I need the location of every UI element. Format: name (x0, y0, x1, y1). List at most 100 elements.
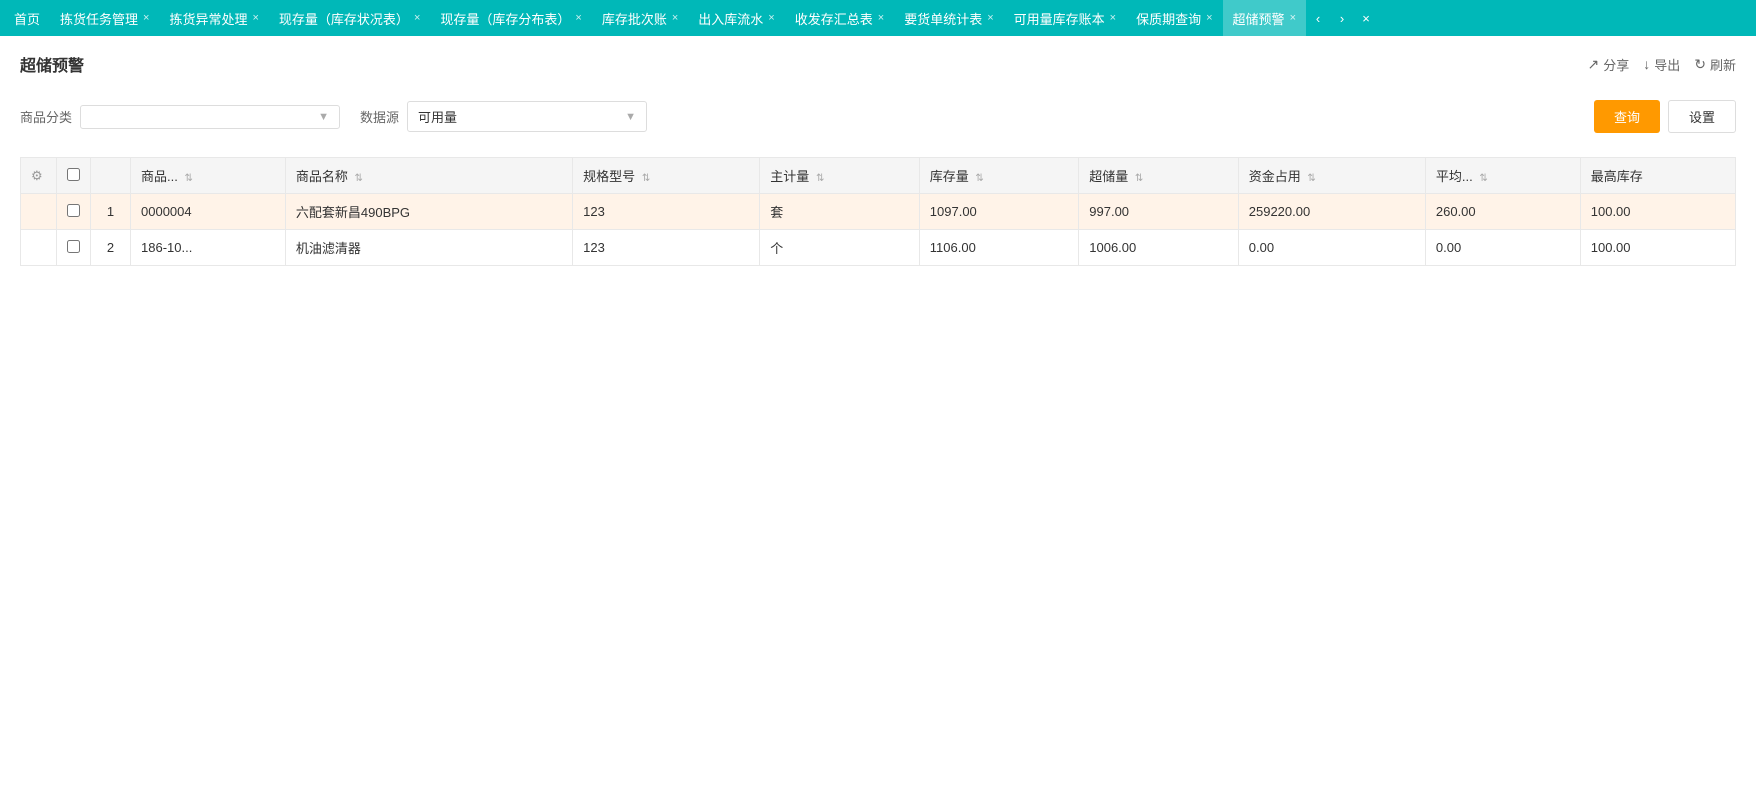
nav-close-overstock[interactable]: × (1290, 12, 1296, 24)
row-overstock: 997.00 (1079, 194, 1238, 230)
nav-item-pick-exception[interactable]: 拣货异常处理 × (159, 0, 268, 36)
nav-next-arrow[interactable]: › (1330, 0, 1354, 36)
data-source-dropdown-icon: ▼ (625, 111, 636, 123)
page-actions: ↗ 分享 ↓ 导出 ↻ 刷新 (1587, 55, 1736, 74)
export-action[interactable]: ↓ 导出 (1643, 55, 1680, 74)
row-avg: 260.00 (1425, 194, 1580, 230)
product-category-dropdown-icon: ▼ (318, 111, 329, 123)
nav-item-home[interactable]: 首页 (4, 0, 50, 36)
refresh-label: 刷新 (1710, 55, 1736, 74)
row-checkbox-cell (57, 230, 91, 266)
filter-bar: 商品分类 ▼ 数据源 可用量 ▼ 查询 设置 (20, 90, 1736, 143)
col-product-code-header[interactable]: 商品... ⇅ (131, 158, 286, 194)
row-spec: 123 (573, 194, 760, 230)
col-row-num-header (91, 158, 131, 194)
row-overstock: 1006.00 (1079, 230, 1238, 266)
row-max-stock: 100.00 (1580, 230, 1735, 266)
product-category-select[interactable]: ▼ (80, 105, 340, 129)
nav-close-inout-flow[interactable]: × (768, 12, 774, 24)
row-num-cell: 2 (91, 230, 131, 266)
row-stock: 1106.00 (919, 230, 1078, 266)
table-header-row: ⚙ 商品... ⇅ 商品名称 ⇅ 规格型号 ⇅ (21, 158, 1736, 194)
export-label: 导出 (1654, 55, 1680, 74)
nav-close-pick-task[interactable]: × (143, 12, 149, 24)
page-header: 超储预警 ↗ 分享 ↓ 导出 ↻ 刷新 (20, 52, 1736, 76)
row-product-code: 0000004 (131, 194, 286, 230)
col-product-name-header[interactable]: 商品名称 ⇅ (285, 158, 572, 194)
col-unit-header[interactable]: 主计量 ⇅ (760, 158, 919, 194)
nav-item-stock-dist[interactable]: 现存量（库存分布表） × (430, 0, 591, 36)
table-settings-icon[interactable]: ⚙ (31, 168, 43, 183)
nav-close-pick-exception[interactable]: × (252, 12, 258, 24)
col-settings: ⚙ (21, 158, 57, 194)
col-stock-header[interactable]: 库存量 ⇅ (919, 158, 1078, 194)
row-capital: 259220.00 (1238, 194, 1425, 230)
nav-close-all-arrow[interactable]: × (1354, 0, 1378, 36)
nav-item-stock-status[interactable]: 现存量（库存状况表） × (269, 0, 430, 36)
col-max-stock-header[interactable]: 最高库存 (1580, 158, 1735, 194)
col-spec-header[interactable]: 规格型号 ⇅ (573, 158, 760, 194)
nav-item-quality-query[interactable]: 保质期查询 × (1126, 0, 1222, 36)
nav-close-recv-send[interactable]: × (878, 12, 884, 24)
nav-close-stock-dist[interactable]: × (575, 12, 581, 24)
nav-close-stock-status[interactable]: × (414, 12, 420, 24)
nav-item-pick-task[interactable]: 拣货任务管理 × (50, 0, 159, 36)
nav-item-overstock[interactable]: 超储预警 × (1223, 0, 1306, 36)
row-unit: 套 (760, 194, 919, 230)
refresh-icon: ↻ (1694, 56, 1706, 73)
filter-buttons: 查询 设置 (1594, 100, 1736, 133)
page-title: 超储预警 (20, 52, 84, 76)
row-settings-cell (21, 230, 57, 266)
nav-close-order-stat[interactable]: × (987, 12, 993, 24)
table-row: 1 0000004 六配套新昌490BPG 123 套 1097.00 997.… (21, 194, 1736, 230)
share-action[interactable]: ↗ 分享 (1587, 55, 1629, 74)
row-num-cell: 1 (91, 194, 131, 230)
data-source-select[interactable]: 可用量 ▼ (407, 101, 647, 132)
sort-stock-icon: ⇅ (975, 173, 983, 184)
sort-spec-icon: ⇅ (642, 173, 650, 184)
nav-item-avail-stock[interactable]: 可用量库存账本 × (1004, 0, 1126, 36)
refresh-action[interactable]: ↻ 刷新 (1694, 55, 1736, 74)
top-nav-bar: 首页 拣货任务管理 × 拣货异常处理 × 现存量（库存状况表） × 现存量（库存… (0, 0, 1756, 36)
sort-product-code-icon: ⇅ (184, 173, 192, 184)
col-avg-header[interactable]: 平均... ⇅ (1425, 158, 1580, 194)
product-category-filter: 商品分类 ▼ (20, 105, 340, 129)
product-category-label: 商品分类 (20, 107, 72, 126)
nav-close-quality-query[interactable]: × (1206, 12, 1212, 24)
sort-product-name-icon: ⇅ (355, 173, 363, 184)
col-checkbox-header (57, 158, 91, 194)
sort-avg-icon: ⇅ (1479, 173, 1487, 184)
query-button[interactable]: 查询 (1594, 100, 1660, 133)
main-content: 超储预警 ↗ 分享 ↓ 导出 ↻ 刷新 商品分类 ▼ 数据源 (0, 36, 1756, 800)
settings-button[interactable]: 设置 (1668, 100, 1736, 133)
nav-item-order-stat[interactable]: 要货单统计表 × (894, 0, 1003, 36)
select-all-checkbox[interactable] (67, 168, 80, 181)
nav-close-avail-stock[interactable]: × (1110, 12, 1116, 24)
row-capital: 0.00 (1238, 230, 1425, 266)
row-unit: 个 (760, 230, 919, 266)
col-capital-header[interactable]: 资金占用 ⇅ (1238, 158, 1425, 194)
export-icon: ↓ (1643, 56, 1650, 72)
share-icon: ↗ (1587, 56, 1599, 73)
data-table: ⚙ 商品... ⇅ 商品名称 ⇅ 规格型号 ⇅ (20, 157, 1736, 266)
row-max-stock: 100.00 (1580, 194, 1735, 230)
row-checkbox-0[interactable] (67, 204, 80, 217)
data-source-label: 数据源 (360, 107, 399, 126)
nav-item-stock-batch[interactable]: 库存批次账 × (592, 0, 688, 36)
row-product-name: 机油滤清器 (285, 230, 572, 266)
nav-item-recv-send[interactable]: 收发存汇总表 × (785, 0, 894, 36)
table-row: 2 186-10... 机油滤清器 123 个 1106.00 1006.00 … (21, 230, 1736, 266)
row-spec: 123 (573, 230, 760, 266)
row-avg: 0.00 (1425, 230, 1580, 266)
row-checkbox-cell (57, 194, 91, 230)
row-settings-cell (21, 194, 57, 230)
row-product-code: 186-10... (131, 230, 286, 266)
nav-prev-arrow[interactable]: ‹ (1306, 0, 1330, 36)
data-source-filter: 数据源 可用量 ▼ (360, 101, 647, 132)
sort-capital-icon: ⇅ (1307, 173, 1315, 184)
nav-item-inout-flow[interactable]: 出入库流水 × (688, 0, 784, 36)
nav-close-stock-batch[interactable]: × (672, 12, 678, 24)
col-overstock-header[interactable]: 超储量 ⇅ (1079, 158, 1238, 194)
row-checkbox-1[interactable] (67, 240, 80, 253)
sort-unit-icon: ⇅ (816, 173, 824, 184)
